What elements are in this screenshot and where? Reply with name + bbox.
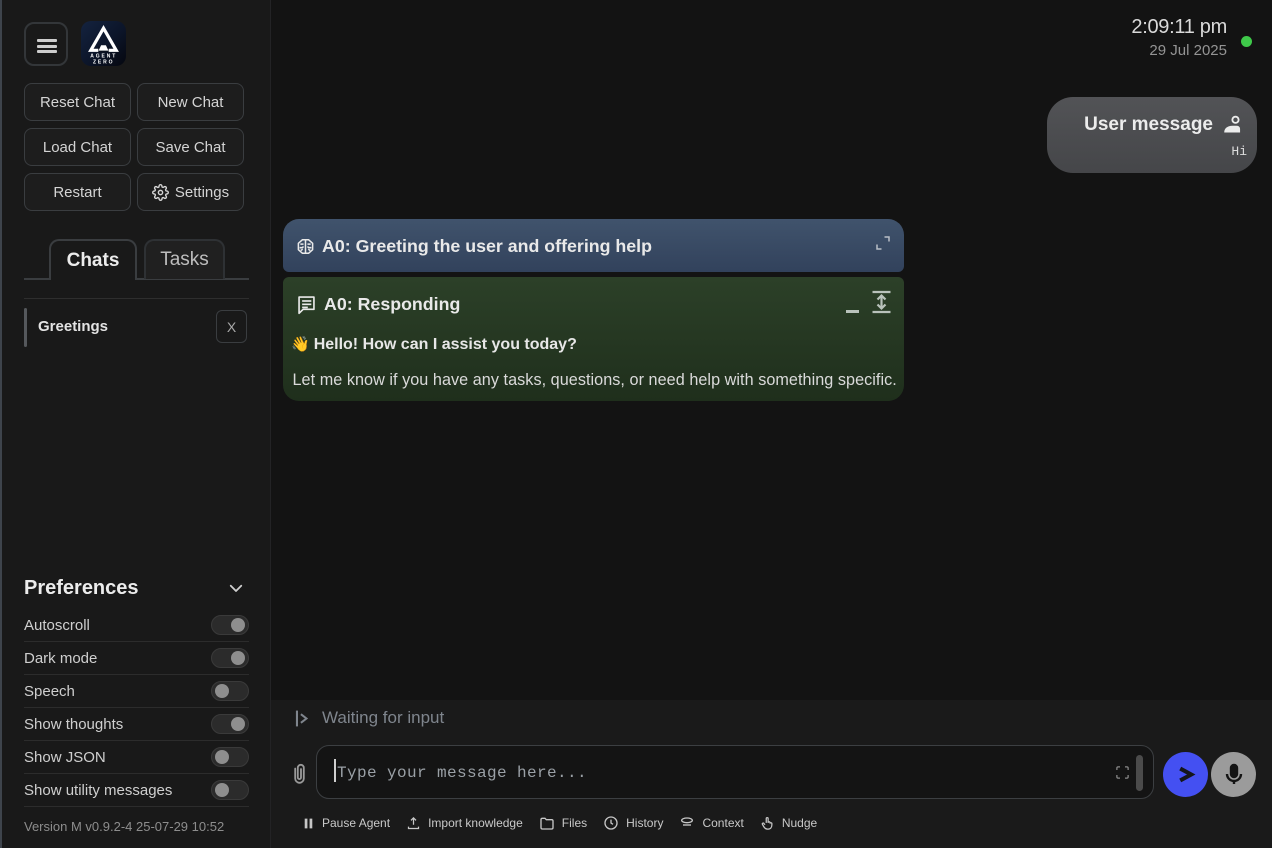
svg-text:ZERO: ZERO <box>93 59 115 65</box>
